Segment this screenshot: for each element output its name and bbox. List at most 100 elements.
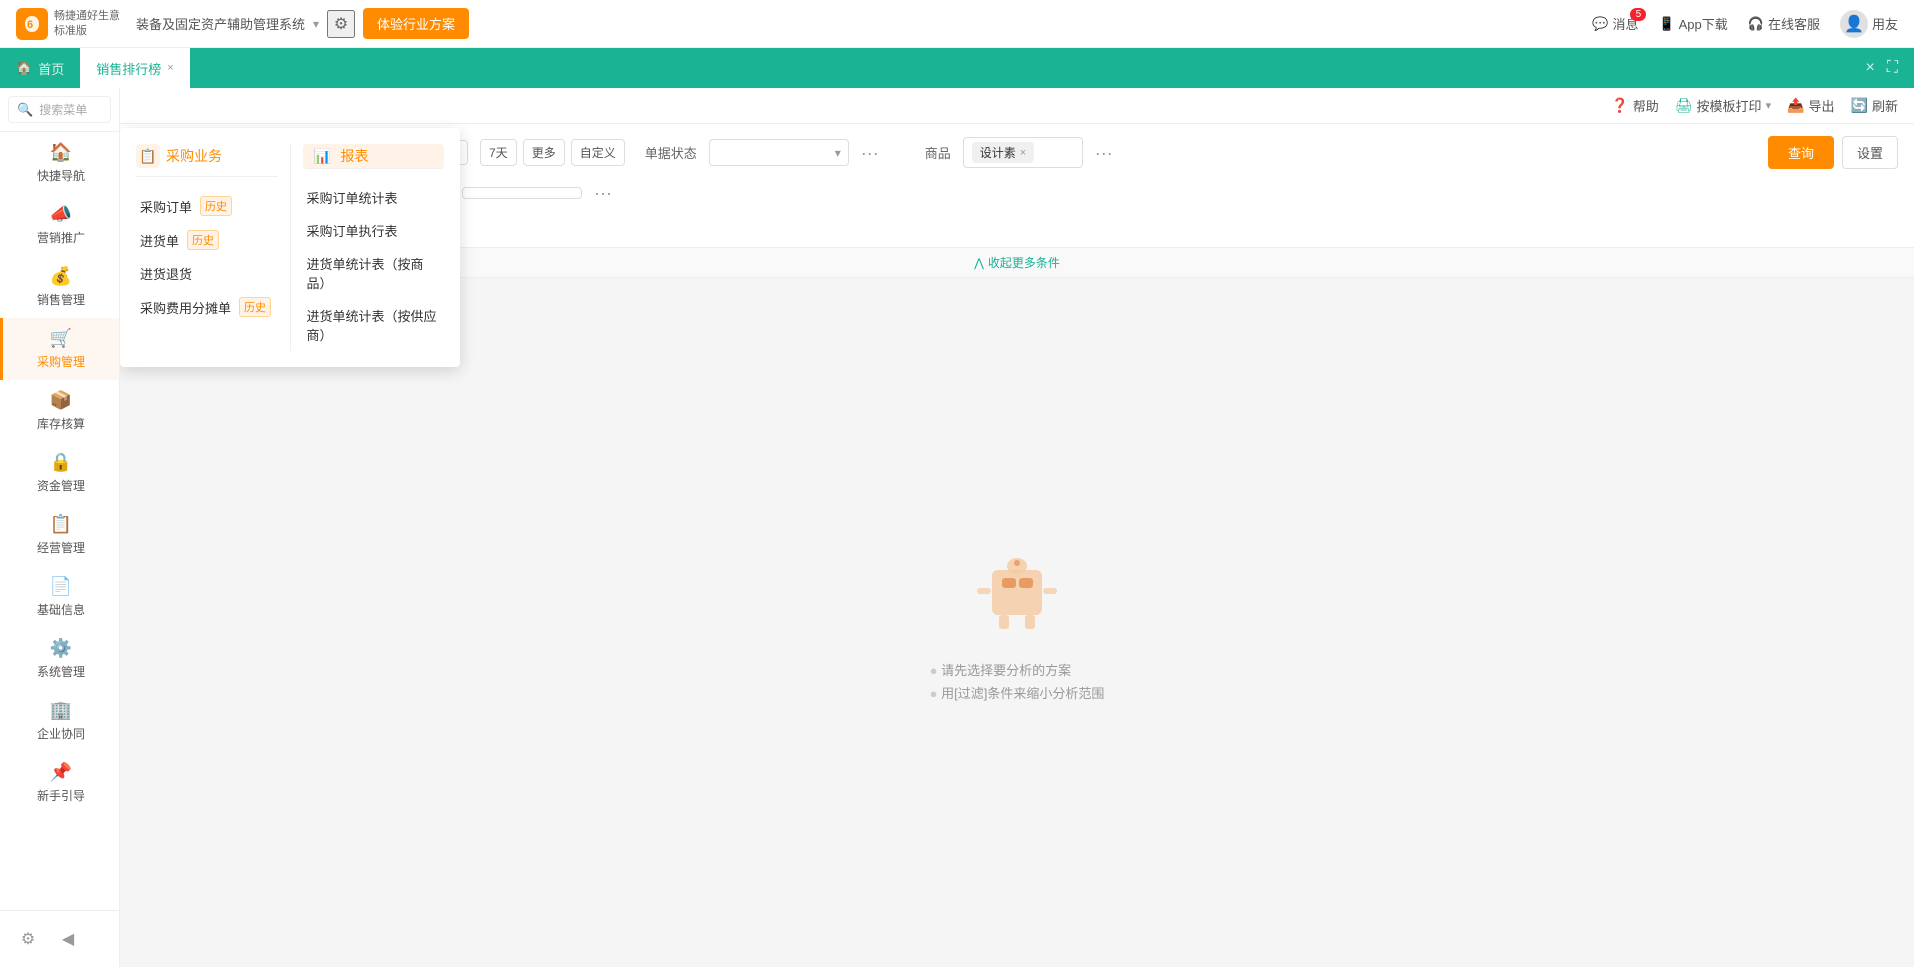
dropdown-col-title-report: 报表 bbox=[341, 146, 369, 166]
purchase-expense-label: 采购费用分摊单 bbox=[140, 298, 231, 317]
sidebar-item-newbie[interactable]: 📌 新手引导 bbox=[0, 752, 119, 814]
quick-more-btn[interactable]: 更多 bbox=[523, 139, 565, 166]
help-icon: ❓ bbox=[1611, 97, 1628, 114]
dropdown-item-purchase-expense[interactable]: 采购费用分摊单 历史 bbox=[136, 290, 278, 324]
collapse-label: 收起更多条件 bbox=[988, 254, 1060, 271]
salesperson-input[interactable] bbox=[462, 187, 582, 199]
help-action[interactable]: ❓ 帮助 bbox=[1611, 96, 1658, 115]
newbie-icon: 📌 bbox=[50, 762, 72, 783]
app-download-action[interactable]: 📱 App下载 bbox=[1658, 14, 1727, 33]
inventory-icon: 📦 bbox=[50, 390, 72, 411]
dropdown-item-goods-stat-by-product[interactable]: 进货单统计表（按商品） bbox=[303, 247, 445, 299]
settings-btn[interactable]: 设置 bbox=[1842, 136, 1898, 169]
collapse-btn[interactable]: ⋀ 收起更多条件 bbox=[974, 254, 1060, 271]
dropdown-col-header-purchase: 📋 采购业务 bbox=[136, 144, 278, 177]
salesperson-dots[interactable]: ··· bbox=[594, 184, 612, 202]
print-action[interactable]: 🖨 按模板打印 ▾ bbox=[1675, 96, 1771, 115]
phone-icon: 📱 bbox=[1658, 16, 1674, 32]
sidebar-search[interactable]: 🔍 搜索菜单 bbox=[0, 88, 119, 132]
sidebar-bottom: ⚙ ◀ bbox=[0, 910, 119, 967]
dropdown-item-goods-in[interactable]: 进货单 历史 bbox=[136, 223, 278, 257]
sidebar-item-inventory[interactable]: 📦 库存核算 bbox=[0, 380, 119, 442]
top-header: 6 畅捷通好生意 标准版 装备及固定资产辅助管理系统 ▾ ⚙ 体验行业方案 💬 … bbox=[0, 0, 1914, 48]
empty-tip-1: 请先选择要分析的方案 bbox=[930, 659, 1105, 682]
purchase-order-label: 采购订单 bbox=[140, 197, 192, 216]
export-label: 导出 bbox=[1809, 96, 1835, 115]
industry-btn[interactable]: 体验行业方案 bbox=[363, 8, 469, 39]
sidebar-item-marketing[interactable]: 📣 营销推广 bbox=[0, 194, 119, 256]
search-btn[interactable]: 查询 bbox=[1768, 136, 1834, 169]
app-download-label: App下载 bbox=[1679, 14, 1728, 33]
empty-state: 请先选择要分析的方案 用[过滤]条件来缩小分析范围 bbox=[120, 278, 1914, 967]
quick-custom-btn[interactable]: 自定义 bbox=[571, 139, 625, 166]
empty-tip-2: 用[过滤]条件来缩小分析范围 bbox=[930, 682, 1105, 705]
tab-bar: 🏠 首页 销售排行榜 × × ⛶ bbox=[0, 48, 1914, 88]
tab-home[interactable]: 🏠 首页 bbox=[0, 48, 80, 88]
user-label: 用友 bbox=[1872, 14, 1898, 33]
logo-text: 畅捷通好生意 标准版 bbox=[54, 9, 120, 38]
help-label: 帮助 bbox=[1633, 96, 1659, 115]
sidebar-item-operations[interactable]: 📋 经营管理 bbox=[0, 504, 119, 566]
goods-stat-by-product-label: 进货单统计表（按商品） bbox=[307, 254, 441, 292]
quick-7days-btn[interactable]: 7天 bbox=[480, 139, 517, 166]
header-right: 💬 消息 5 📱 App下载 🎧 在线客服 👤 用友 bbox=[1592, 10, 1898, 38]
refresh-icon: 🔄 bbox=[1851, 97, 1868, 114]
dropdown-col-title-purchase: 采购业务 bbox=[166, 146, 222, 166]
online-service-action[interactable]: 🎧 在线客服 bbox=[1748, 14, 1820, 33]
dropdown-item-purchase-order[interactable]: 采购订单 历史 bbox=[136, 189, 278, 223]
goods-return-label: 进货退货 bbox=[140, 264, 192, 283]
purchase-order-stat-label: 采购订单统计表 bbox=[307, 188, 398, 207]
print-dropdown-icon[interactable]: ▾ bbox=[1766, 99, 1772, 112]
dropdown-item-goods-stat-by-supplier[interactable]: 进货单统计表（按供应商） bbox=[303, 299, 445, 351]
dropdown-arrow-icon[interactable]: ▾ bbox=[313, 17, 319, 31]
purchase-icon: 🛒 bbox=[50, 328, 72, 349]
doc-status-dots[interactable]: ··· bbox=[861, 144, 879, 162]
message-action[interactable]: 💬 消息 5 bbox=[1592, 14, 1638, 33]
tab-fullscreen-icon[interactable]: ⛶ bbox=[1887, 59, 1898, 77]
sidebar-settings-btn[interactable]: ⚙ bbox=[12, 923, 44, 955]
sidebar-item-enterprise[interactable]: 🏢 企业协同 bbox=[0, 690, 119, 752]
history-badge-2: 历史 bbox=[187, 230, 219, 250]
sidebar-item-purchase[interactable]: 🛒 采购管理 bbox=[0, 318, 119, 380]
goods-tag-close[interactable]: × bbox=[1020, 147, 1026, 159]
sidebar-item-fund[interactable]: 🔒 资金管理 bbox=[0, 442, 119, 504]
logo-icon: 6 bbox=[16, 8, 48, 40]
content-toolbar: ❓ 帮助 🖨 按模板打印 ▾ 📤 导出 🔄 刷新 bbox=[120, 88, 1914, 124]
settings-icon[interactable]: ⚙ bbox=[327, 10, 355, 38]
goods-dots[interactable]: ··· bbox=[1095, 144, 1113, 162]
home-icon: 🏠 bbox=[16, 60, 32, 76]
tab-close-all-icon[interactable]: × bbox=[1865, 59, 1874, 77]
operations-icon: 📋 bbox=[50, 514, 72, 535]
print-label: 按模板打印 bbox=[1697, 96, 1762, 115]
system-icon: ⚙️ bbox=[50, 638, 72, 659]
search-placeholder: 搜索菜单 bbox=[39, 101, 87, 118]
history-badge-1: 历史 bbox=[200, 196, 232, 216]
dropdown-item-purchase-order-exec[interactable]: 采购订单执行表 bbox=[303, 214, 445, 247]
home-icon: 🏠 bbox=[50, 142, 72, 163]
dropdown-col-header-report: 📊 报表 bbox=[303, 144, 445, 169]
sidebar-item-sales[interactable]: 💰 销售管理 bbox=[0, 256, 119, 318]
empty-illustration bbox=[967, 540, 1067, 643]
tab-bar-actions: × ⛶ bbox=[1865, 59, 1914, 77]
tab-close-icon[interactable]: × bbox=[167, 62, 173, 74]
marketing-icon: 📣 bbox=[50, 204, 72, 225]
goods-filter-area: 设计素 × bbox=[963, 137, 1083, 168]
user-action[interactable]: 👤 用友 bbox=[1840, 10, 1898, 38]
empty-tips: 请先选择要分析的方案 用[过滤]条件来缩小分析范围 bbox=[930, 659, 1105, 706]
doc-status-select[interactable] bbox=[709, 139, 849, 166]
main-layout: 🔍 搜索菜单 🏠 快捷导航 📣 营销推广 💰 销售管理 🛒 采购管理 📦 库存核… bbox=[0, 88, 1914, 967]
goods-tag-text: 设计素 bbox=[980, 144, 1016, 161]
avatar: 👤 bbox=[1840, 10, 1868, 38]
sidebar-collapse-btn[interactable]: ◀ bbox=[52, 923, 84, 955]
dropdown-item-goods-return[interactable]: 进货退货 bbox=[136, 257, 278, 290]
export-action[interactable]: 📤 导出 bbox=[1787, 96, 1834, 115]
sidebar-item-system[interactable]: ⚙️ 系统管理 bbox=[0, 628, 119, 690]
goods-label: 商品 bbox=[891, 143, 951, 162]
goods-tag: 设计素 × bbox=[972, 142, 1034, 163]
sidebar-item-quick-nav[interactable]: 🏠 快捷导航 bbox=[0, 132, 119, 194]
history-badge-3: 历史 bbox=[239, 297, 271, 317]
sidebar-item-basic[interactable]: 📄 基础信息 bbox=[0, 566, 119, 628]
refresh-action[interactable]: 🔄 刷新 bbox=[1851, 96, 1898, 115]
tab-sales-rank[interactable]: 销售排行榜 × bbox=[80, 48, 189, 88]
dropdown-item-purchase-order-stat[interactable]: 采购订单统计表 bbox=[303, 181, 445, 214]
